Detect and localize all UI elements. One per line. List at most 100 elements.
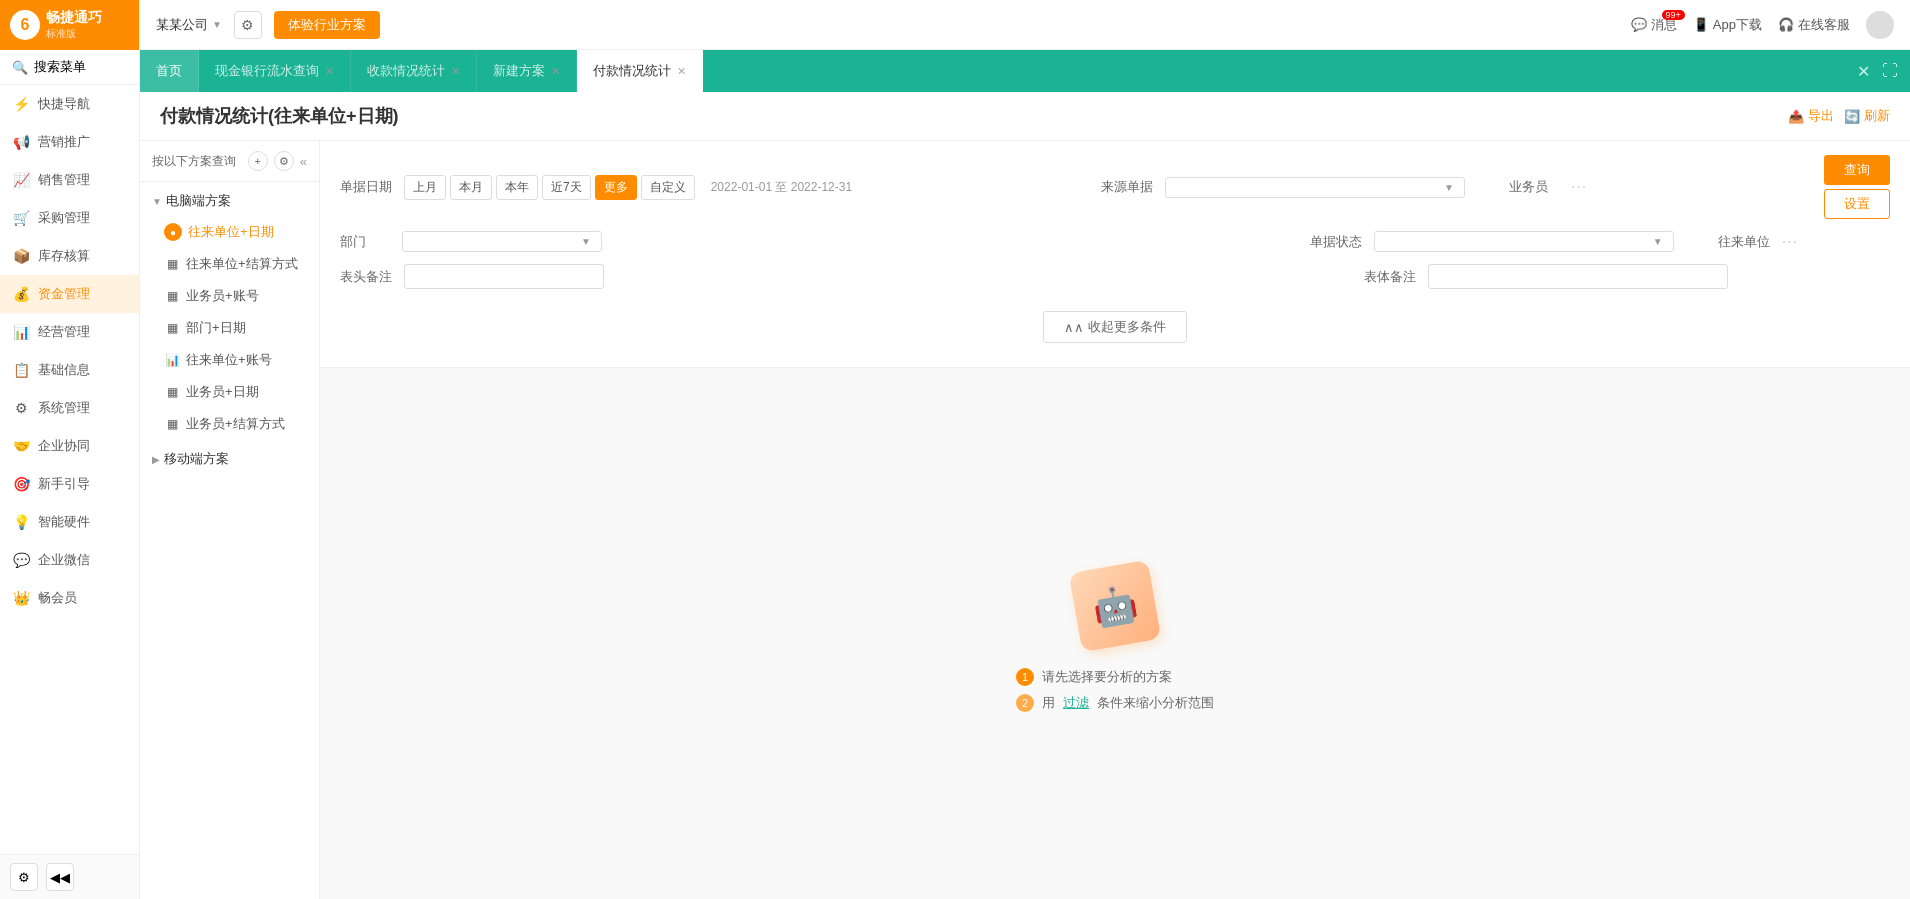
sidebar-item-marketing[interactable]: 📢 营销推广 [0,123,139,161]
sidebar-item-capital[interactable]: 💰 资金管理 [0,275,139,313]
capital-icon: 💰 [12,285,30,303]
filter-row-3: 表头备注 表体备注 [340,264,1890,289]
sidebar-item-system[interactable]: ⚙ 系统管理 [0,389,139,427]
dept-select[interactable]: ▼ [402,231,602,252]
empty-tips: 1 请先选择要分析的方案 2 用 过滤 条件来缩小分析范围 [1016,668,1214,712]
sidebar-item-purchase[interactable]: 🛒 采购管理 [0,199,139,237]
tab-new-scheme[interactable]: 新建方案 ✕ [477,50,577,92]
scheme-item-dept-date[interactable]: ▦ 部门+日期 [140,312,319,344]
query-btn[interactable]: 查询 [1824,155,1890,185]
sidebar-item-basic-info[interactable]: 📋 基础信息 [0,351,139,389]
scheme-group-mobile-title[interactable]: ▶ 移动端方案 [140,444,319,474]
filter-panel: 单据日期 上月 本月 本年 近7天 更多 自定义 2022-01-01 至 20… [320,141,1910,368]
service-btn[interactable]: 🎧 在线客服 [1778,16,1850,34]
logo-icon: 6 [10,10,40,40]
staff-filter-dots[interactable]: ··· [1571,178,1587,196]
sidebar-item-member[interactable]: 👑 畅会员 [0,579,139,617]
app-download-btn[interactable]: 📱 App下载 [1693,16,1762,34]
tab-receipts-stat[interactable]: 收款情况统计 ✕ [351,50,477,92]
settings-bottom-btn[interactable]: ⚙ [10,863,38,891]
scheme-item-icon: ▦ [164,256,180,272]
scheme-item-icon: ▦ [164,384,180,400]
operation-icon: 📊 [12,323,30,341]
date-btn-more[interactable]: 更多 [595,175,637,200]
scheme-item-staff-date[interactable]: ▦ 业务员+日期 [140,376,319,408]
sidebar-item-enterprise[interactable]: 🤝 企业协同 [0,427,139,465]
scheme-group-desktop-title[interactable]: ▼ 电脑端方案 [140,186,319,216]
avatar[interactable] [1866,11,1894,39]
date-btn-this-month[interactable]: 本月 [450,175,492,200]
tab-new-scheme-close[interactable]: ✕ [551,65,560,78]
message-btn[interactable]: 💬 消息 99+ [1631,16,1677,34]
date-btn-custom[interactable]: 自定义 [641,175,695,200]
sidebar-item-operation[interactable]: 📊 经营管理 [0,313,139,351]
tip-num-1: 1 [1016,668,1034,686]
scheme-add-btn[interactable]: + [248,151,268,171]
close-all-tabs-btn[interactable]: ✕ [1853,62,1874,81]
sidebar-item-quick-nav[interactable]: ⚡ 快捷导航 [0,85,139,123]
voucher-status-select[interactable]: ▼ [1374,231,1674,252]
app-version: 标准版 [46,27,102,41]
scheme-item-unit-date[interactable]: ● 往来单位+日期 [140,216,319,248]
collapse-sidebar-btn[interactable]: ◀◀ [46,863,74,891]
scheme-settings-btn[interactable]: ⚙ [274,151,294,171]
tab-home[interactable]: 首页 [140,50,199,92]
scheme-item-unit-account[interactable]: 📊 往来单位+账号 [140,344,319,376]
tab-cash-flow[interactable]: 现金银行流水查询 ✕ [199,50,351,92]
main-content: 某某公司 ▼ ⚙ 体验行业方案 💬 消息 99+ 📱 App下载 🎧 在线客服 [140,0,1910,899]
search-icon: 🔍 [12,60,28,75]
scheme-item-active-icon: ● [164,223,182,241]
filter-settings-btn[interactable]: 设置 [1824,189,1890,219]
topbar-settings-btn[interactable]: ⚙ [234,11,262,39]
related-unit-dots[interactable]: ··· [1782,233,1798,251]
company-selector[interactable]: 某某公司 ▼ [156,16,222,34]
quick-nav-icon: ⚡ [12,95,30,113]
source-select[interactable]: ▼ [1165,177,1465,198]
refresh-btn[interactable]: 🔄 刷新 [1844,107,1890,125]
sidebar-item-label: 企业协同 [38,437,90,455]
scheme-item-staff-settlement[interactable]: ▦ 业务员+结算方式 [140,408,319,440]
empty-robot-icon: 🤖 [1069,559,1162,652]
maximize-btn[interactable]: ⛶ [1878,62,1902,80]
search-menu[interactable]: 🔍 搜索菜单 [0,50,139,85]
empty-tip-1: 1 请先选择要分析的方案 [1016,668,1214,686]
scheme-item-staff-account[interactable]: ▦ 业务员+账号 [140,280,319,312]
sidebar-item-guide[interactable]: 🎯 新手引导 [0,465,139,503]
trial-btn[interactable]: 体验行业方案 [274,11,380,39]
sidebar-item-label: 经营管理 [38,323,90,341]
sidebar-item-wechat[interactable]: 💬 企业微信 [0,541,139,579]
sidebar-item-inventory[interactable]: 📦 库存核算 [0,237,139,275]
sidebar-item-label: 系统管理 [38,399,90,417]
settings-icon: ⚙ [241,17,254,33]
tabbar: 首页 现金银行流水查询 ✕ 收款情况统计 ✕ 新建方案 ✕ 付款情况统计 ✕ ✕… [140,50,1910,92]
empty-state: 🤖 1 请先选择要分析的方案 2 用 过滤 条件来缩小分析范围 [320,368,1910,899]
export-btn[interactable]: 📤 导出 [1788,107,1834,125]
tip-text-1: 请先选择要分析的方案 [1042,668,1172,686]
body-note-input[interactable] [1428,264,1728,289]
tip-text-2-prefix: 用 [1042,694,1055,712]
scheme-item-unit-settlement[interactable]: ▦ 往来单位+结算方式 [140,248,319,280]
tab-payment-stat-close[interactable]: ✕ [677,65,686,78]
app-label: App下载 [1713,16,1762,34]
tab-cash-flow-close[interactable]: ✕ [325,65,334,78]
sidebar-item-smart-hw[interactable]: 💡 智能硬件 [0,503,139,541]
tip-num-2: 2 [1016,694,1034,712]
date-btn-this-year[interactable]: 本年 [496,175,538,200]
tab-receipts-stat-close[interactable]: ✕ [451,65,460,78]
date-btn-last-month[interactable]: 上月 [404,175,446,200]
scheme-item-icon: ▦ [164,288,180,304]
sidebar-item-sales[interactable]: 📈 销售管理 [0,161,139,199]
topbar-right: 💬 消息 99+ 📱 App下载 🎧 在线客服 [1631,11,1894,39]
sidebar-item-label: 快捷导航 [38,95,90,113]
marketing-icon: 📢 [12,133,30,151]
collapse-more-btn[interactable]: ∧∧ 收起更多条件 [1043,311,1187,343]
header-note-input[interactable] [404,264,604,289]
date-btn-7days[interactable]: 近7天 [542,175,591,200]
empty-tip-2: 2 用 过滤 条件来缩小分析范围 [1016,694,1214,712]
smart-hw-icon: 💡 [12,513,30,531]
scheme-item-label: 往来单位+结算方式 [186,255,298,273]
scheme-group-desktop: ▼ 电脑端方案 ● 往来单位+日期 ▦ 往来单位+结算方式 ▦ 业务员+账号 ▦ [140,186,319,440]
scheme-collapse-btn[interactable]: « [300,154,307,169]
tab-payment-stat[interactable]: 付款情况统计 ✕ [577,50,703,92]
tip-filter-link[interactable]: 过滤 [1063,694,1089,712]
